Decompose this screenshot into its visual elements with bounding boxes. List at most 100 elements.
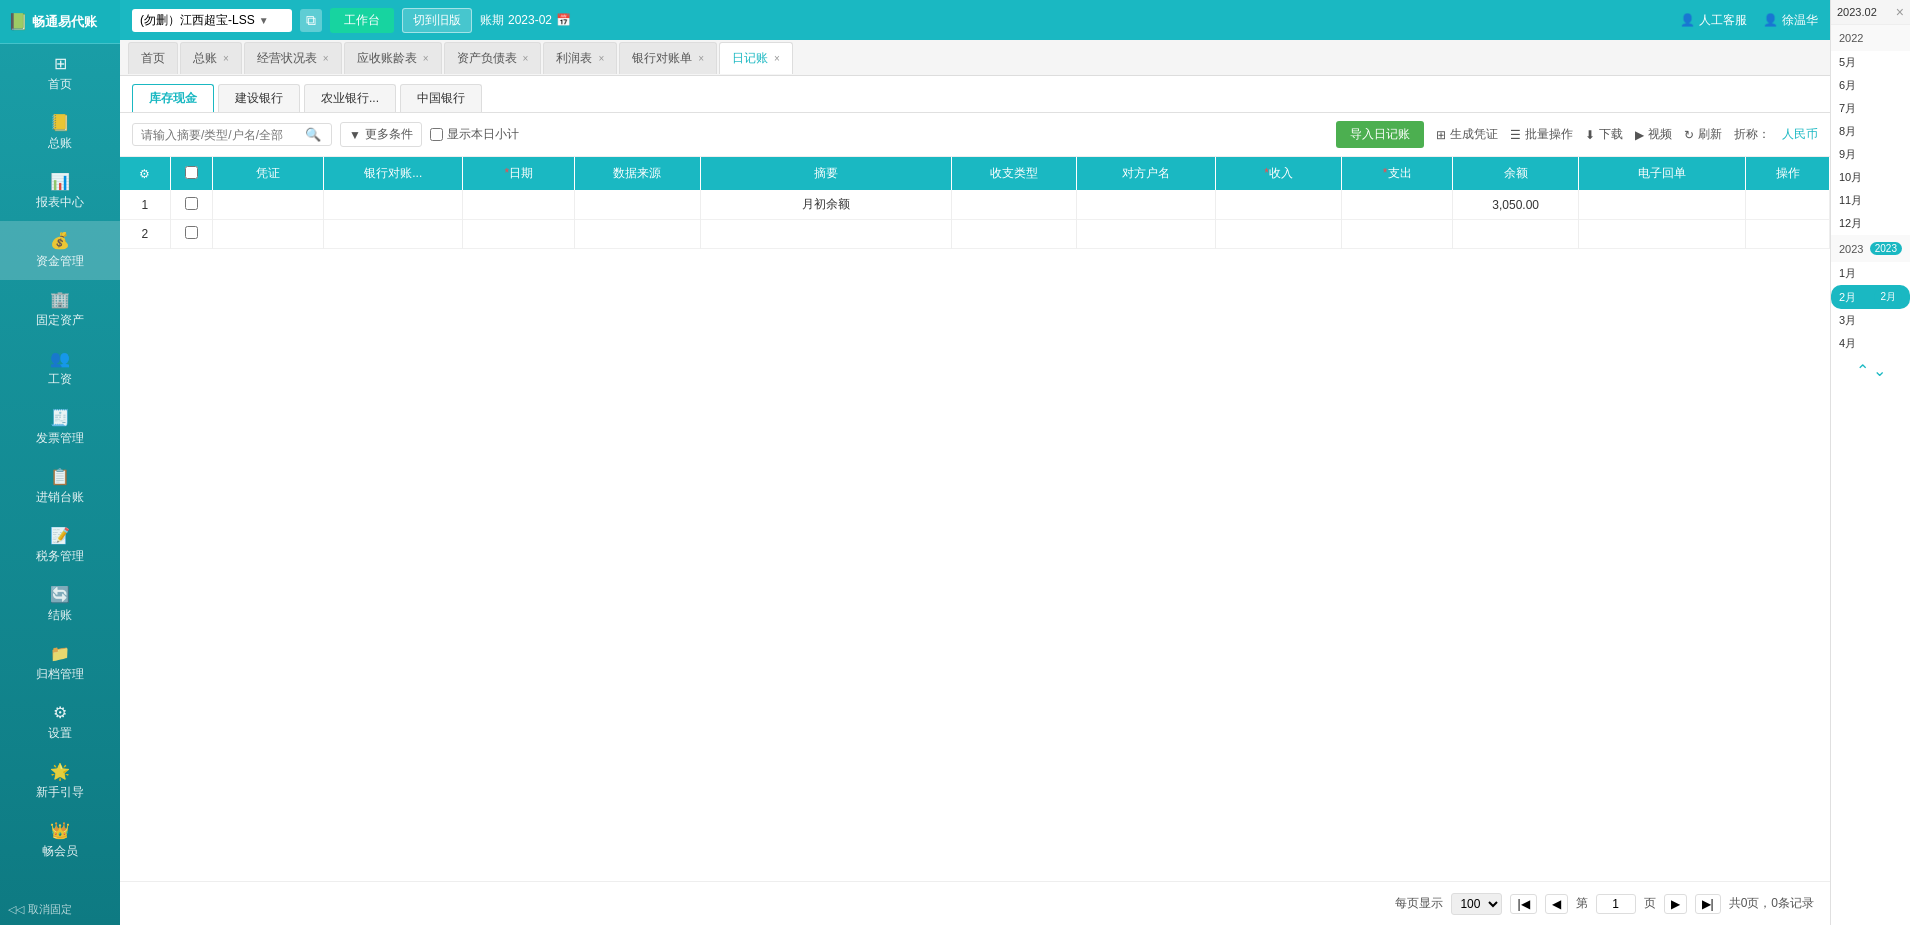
month-item-2023-1月[interactable]: 1月 xyxy=(1831,262,1910,285)
search-icon[interactable]: 🔍 xyxy=(305,127,321,142)
month-label: 7月 xyxy=(1839,101,1856,116)
row-opposite xyxy=(1076,220,1215,249)
row-select-checkbox[interactable] xyxy=(185,197,198,210)
sidebar-item-archive[interactable]: 📁归档管理 xyxy=(0,634,120,693)
tab-close-profit[interactable]: × xyxy=(598,53,604,64)
sidebar-item-member[interactable]: 👑畅会员 xyxy=(0,811,120,870)
col-settings[interactable]: ⚙ xyxy=(120,157,170,190)
page-unit: 页 xyxy=(1644,895,1656,912)
month-item-2023-2月[interactable]: 2月2月 xyxy=(1831,285,1910,309)
tab-close-journal[interactable]: × xyxy=(774,53,780,64)
tab-business[interactable]: 经营状况表× xyxy=(244,42,342,74)
video-label: 视频 xyxy=(1648,126,1672,143)
month-item-2023-3月[interactable]: 3月 xyxy=(1831,309,1910,332)
month-item-2022-10月[interactable]: 10月 xyxy=(1831,166,1910,189)
sidebar-item-invoice[interactable]: 🧾发票管理 xyxy=(0,398,120,457)
tab-close-receivable[interactable]: × xyxy=(423,53,429,64)
tab-bank[interactable]: 银行对账单× xyxy=(619,42,717,74)
tab-receivable[interactable]: 应收账龄表× xyxy=(344,42,442,74)
currency-selector[interactable]: 人民币 xyxy=(1782,126,1818,143)
first-page-button[interactable]: |◀ xyxy=(1510,894,1536,914)
user-profile[interactable]: 👤 徐温华 xyxy=(1763,12,1818,29)
user-service[interactable]: 👤 人工客服 xyxy=(1680,12,1747,29)
sidebar-item-purchase[interactable]: 📋进销台账 xyxy=(0,457,120,516)
batch-ops-button[interactable]: ☰ 批量操作 xyxy=(1510,126,1573,143)
period-label: 账期 xyxy=(480,12,504,29)
row-income xyxy=(1216,190,1341,220)
show-daily-checkbox[interactable] xyxy=(430,128,443,141)
sidebar-label-settings: 设置 xyxy=(48,725,72,742)
old-version-button[interactable]: 切到旧版 xyxy=(402,8,472,33)
tab-profit[interactable]: 利润表× xyxy=(543,42,617,74)
sidebar-item-reports[interactable]: 📊报表中心 xyxy=(0,162,120,221)
month-item-2023-4月[interactable]: 4月 xyxy=(1831,332,1910,355)
row-checkbox[interactable] xyxy=(170,190,212,220)
col-checkbox[interactable] xyxy=(170,157,212,190)
company-selector[interactable]: (勿删）江西超宝-LSS ▼ xyxy=(132,9,292,32)
tab-close-business[interactable]: × xyxy=(323,53,329,64)
page-size-select[interactable]: 100 20 50 200 xyxy=(1451,893,1502,915)
page-number-input[interactable] xyxy=(1596,894,1636,914)
sub-tab-jianshe[interactable]: 建设银行 xyxy=(218,84,300,112)
sub-tab-cash[interactable]: 库存现金 xyxy=(132,84,214,112)
tab-home[interactable]: 首页 xyxy=(128,42,178,74)
prev-page-button[interactable]: ◀ xyxy=(1545,894,1568,914)
sidebar-item-home[interactable]: ⊞首页 xyxy=(0,44,120,103)
tab-journal[interactable]: 日记账× xyxy=(719,42,793,74)
month-item-2022-11月[interactable]: 11月 xyxy=(1831,189,1910,212)
row-select-checkbox[interactable] xyxy=(185,226,198,239)
next-page-button[interactable]: ▶ xyxy=(1664,894,1687,914)
select-all-checkbox[interactable] xyxy=(185,166,198,179)
sidebar-item-guide[interactable]: 🌟新手引导 xyxy=(0,752,120,811)
month-item-2022-9月[interactable]: 9月 xyxy=(1831,143,1910,166)
last-page-button[interactable]: ▶| xyxy=(1695,894,1721,914)
import-journal-button[interactable]: 导入日记账 xyxy=(1336,121,1424,148)
sidebar-item-ledger[interactable]: 📒总账 xyxy=(0,103,120,162)
gen-voucher-button[interactable]: ⊞ 生成凭证 xyxy=(1436,126,1498,143)
date-nav-down-button[interactable]: ⌄ xyxy=(1871,359,1888,382)
date-panel-close-button[interactable]: × xyxy=(1896,4,1904,20)
sidebar-label-salary: 工资 xyxy=(48,371,72,388)
tab-ledger[interactable]: 总账 × xyxy=(180,42,242,74)
sidebar-item-salary[interactable]: 👥工资 xyxy=(0,339,120,398)
sidebar-item-tax[interactable]: 📝税务管理 xyxy=(0,516,120,575)
month-item-2022-8月[interactable]: 8月 xyxy=(1831,120,1910,143)
sidebar-item-capital[interactable]: 💰资金管理 xyxy=(0,221,120,280)
month-item-2022-6月[interactable]: 6月 xyxy=(1831,74,1910,97)
service-label: 人工客服 xyxy=(1699,12,1747,29)
filter-button[interactable]: ▼ 更多条件 xyxy=(340,122,422,147)
copy-button[interactable]: ⧉ xyxy=(300,9,322,32)
row-action[interactable] xyxy=(1746,220,1830,249)
row-action[interactable] xyxy=(1746,190,1830,220)
pin-toggle[interactable]: ◁◁ 取消固定 xyxy=(0,894,120,925)
tab-close-assets[interactable]: × xyxy=(523,53,529,64)
refresh-button[interactable]: ↻ 刷新 xyxy=(1684,126,1722,143)
tab-label-ledger: 总账 xyxy=(193,50,217,67)
sidebar-item-assets[interactable]: 🏢固定资产 xyxy=(0,280,120,339)
month-item-2022-5月[interactable]: 5月 xyxy=(1831,51,1910,74)
col-expense: *支出 xyxy=(1341,157,1453,190)
search-input[interactable] xyxy=(141,128,301,142)
download-button[interactable]: ⬇ 下载 xyxy=(1585,126,1623,143)
calendar-icon[interactable]: 📅 xyxy=(556,13,571,27)
search-box[interactable]: 🔍 xyxy=(132,123,332,146)
workspace-button[interactable]: 工作台 xyxy=(330,8,394,33)
video-button[interactable]: ▶ 视频 xyxy=(1635,126,1672,143)
sub-tab-zhongguo[interactable]: 中国银行 xyxy=(400,84,482,112)
row-income xyxy=(1216,220,1341,249)
row-checkbox[interactable] xyxy=(170,220,212,249)
tab-close-bank[interactable]: × xyxy=(698,53,704,64)
tab-close-ledger[interactable]: × xyxy=(223,53,229,64)
sidebar-item-settle[interactable]: 🔄结账 xyxy=(0,575,120,634)
sub-tab-nongye[interactable]: 农业银行... xyxy=(304,84,396,112)
month-item-2022-12月[interactable]: 12月 xyxy=(1831,212,1910,235)
show-daily-toggle[interactable]: 显示本日小计 xyxy=(430,126,519,143)
row-num: 2 xyxy=(120,220,170,249)
tab-assets[interactable]: 资产负债表× xyxy=(444,42,542,74)
sidebar-label-ledger: 总账 xyxy=(48,135,72,152)
month-item-2022-7月[interactable]: 7月 xyxy=(1831,97,1910,120)
refresh-icon: ↻ xyxy=(1684,128,1694,142)
row-date xyxy=(463,220,575,249)
sidebar-item-settings[interactable]: ⚙设置 xyxy=(0,693,120,752)
date-nav-up-button[interactable]: ⌃ xyxy=(1854,359,1871,382)
